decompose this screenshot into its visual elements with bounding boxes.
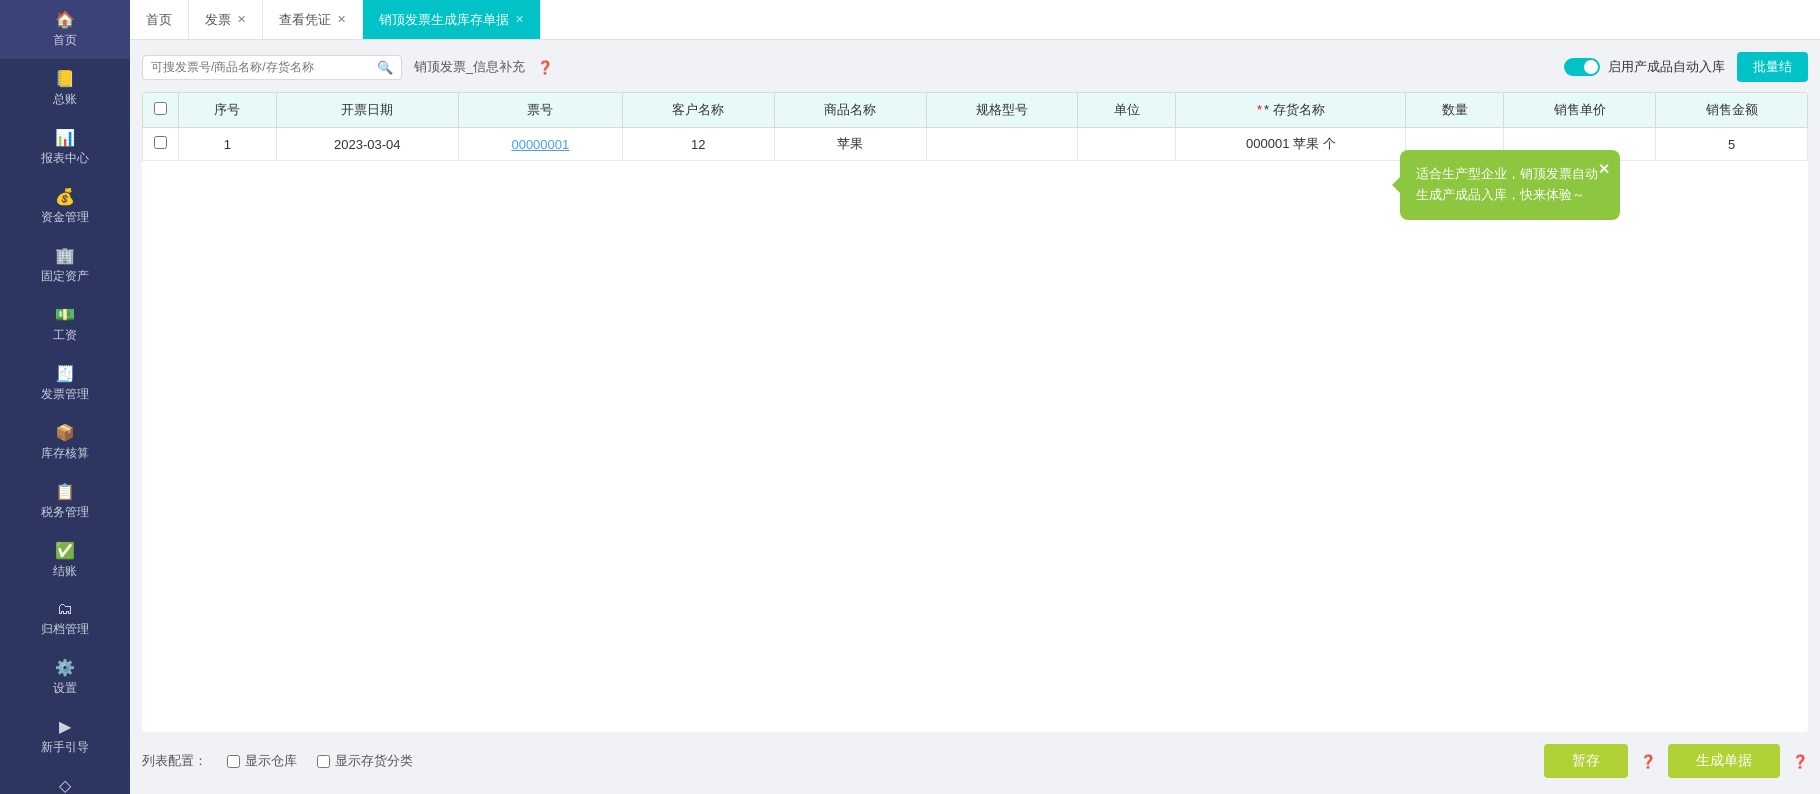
save-button[interactable]: 暂存: [1544, 744, 1628, 778]
sidebar-item-assets[interactable]: 🏢 固定资产: [0, 236, 130, 295]
sidebar-item-member[interactable]: ◇ 畅会员: [0, 766, 130, 794]
header-checkbox: [143, 93, 179, 128]
tab-stock-doc[interactable]: 销顶发票生成库存单据 ✕: [363, 0, 541, 39]
sidebar-item-report[interactable]: 📊 报表中心: [0, 118, 130, 177]
row-amount: 5: [1656, 128, 1808, 161]
settings-icon: ⚙️: [55, 658, 75, 677]
select-all-checkbox[interactable]: [154, 102, 167, 115]
row-checkbox-cell: [143, 128, 179, 161]
header-stock-name: ** 存货名称: [1176, 93, 1406, 128]
row-stock-name: 000001 苹果 个: [1176, 128, 1406, 161]
table-header-row: 序号 开票日期 票号 客户名称 商品名称 规格型号 单位 ** 存货名称 数量 …: [143, 93, 1808, 128]
header-goods-name: 商品名称: [774, 93, 926, 128]
help-icon[interactable]: ❓: [537, 60, 553, 75]
show-warehouse-checkbox[interactable]: [227, 755, 240, 768]
top-bar: 🔍 销顶发票_信息补充 ❓ 启用产成品自动入库 批量结: [142, 52, 1808, 82]
tabs-bar: 首页 发票 ✕ 查看凭证 ✕ 销顶发票生成库存单据 ✕: [130, 0, 1820, 40]
row-goods-name: 苹果: [774, 128, 926, 161]
header-price: 销售单价: [1504, 93, 1656, 128]
header-amount: 销售金额: [1656, 93, 1808, 128]
row-ticket-no[interactable]: 00000001: [458, 128, 622, 161]
assets-icon: 🏢: [55, 246, 75, 265]
row-open-date: 2023-03-04: [276, 128, 458, 161]
row-seq: 1: [179, 128, 277, 161]
header-quantity: 数量: [1406, 93, 1504, 128]
row-checkbox[interactable]: [154, 136, 167, 149]
tooltip-close-icon[interactable]: ✕: [1598, 158, 1610, 180]
sidebar-item-home[interactable]: 🏠 首页: [0, 0, 130, 59]
tooltip-text: 适合生产型企业，销顶发票自动生成产成品入库，快来体验～: [1416, 166, 1598, 202]
toggle-area: 启用产成品自动入库: [1564, 58, 1725, 76]
show-stock-category-checkbox-item[interactable]: 显示存货分类: [317, 752, 413, 770]
sidebar-item-funds[interactable]: 💰 资金管理: [0, 177, 130, 236]
search-icon: 🔍: [377, 60, 393, 75]
sidebar-item-salary[interactable]: 💵 工资: [0, 295, 130, 354]
toggle-label: 启用产成品自动入库: [1608, 58, 1725, 76]
main-area: 首页 发票 ✕ 查看凭证 ✕ 销顶发票生成库存单据 ✕ 🔍 销顶发票_信息补充 …: [130, 0, 1820, 794]
auto-warehouse-toggle[interactable]: [1564, 58, 1600, 76]
show-stock-category-checkbox[interactable]: [317, 755, 330, 768]
content-area: 🔍 销顶发票_信息补充 ❓ 启用产成品自动入库 批量结 序号 开票日期: [130, 40, 1820, 794]
sidebar-item-ledger[interactable]: 📒 总账: [0, 59, 130, 118]
sidebar: 🏠 首页 📒 总账 📊 报表中心 💰 资金管理 🏢 固定资产 💵 工资 🧾 发票…: [0, 0, 130, 794]
salary-icon: 💵: [55, 305, 75, 324]
row-unit: [1078, 128, 1176, 161]
show-warehouse-label: 显示仓库: [245, 752, 297, 770]
tax-icon: 📋: [55, 482, 75, 501]
ledger-icon: 📒: [55, 69, 75, 88]
show-warehouse-checkbox-item[interactable]: 显示仓库: [227, 752, 297, 770]
sidebar-item-archive[interactable]: 🗂 归档管理: [0, 590, 130, 648]
close-invoice-tab[interactable]: ✕: [237, 13, 246, 26]
archive-icon: 🗂: [57, 600, 73, 618]
info-label: 销顶发票_信息补充: [414, 58, 525, 76]
bottom-bar: 列表配置： 显示仓库 显示存货分类 暂存 ❓ 生成单据 ❓: [142, 732, 1808, 782]
row-spec: [926, 128, 1078, 161]
header-customer: 客户名称: [622, 93, 774, 128]
tab-home[interactable]: 首页: [130, 0, 189, 39]
header-open-date: 开票日期: [276, 93, 458, 128]
settle-icon: ✅: [55, 541, 75, 560]
report-icon: 📊: [55, 128, 75, 147]
sidebar-item-settings[interactable]: ⚙️ 设置: [0, 648, 130, 707]
home-icon: 🏠: [55, 10, 75, 29]
invoice-icon: 🧾: [55, 364, 75, 383]
batch-button[interactable]: 批量结: [1737, 52, 1808, 82]
tab-invoice[interactable]: 发票 ✕: [189, 0, 263, 39]
close-voucher-tab[interactable]: ✕: [337, 13, 346, 26]
tab-voucher[interactable]: 查看凭证 ✕: [263, 0, 363, 39]
guide-icon: ▶: [59, 717, 71, 736]
gen-help-icon[interactable]: ❓: [1792, 754, 1808, 769]
row-customer: 12: [622, 128, 774, 161]
show-stock-category-label: 显示存货分类: [335, 752, 413, 770]
list-config-label: 列表配置：: [142, 752, 207, 770]
header-spec: 规格型号: [926, 93, 1078, 128]
action-area: 暂存 ❓ 生成单据 ❓: [1544, 744, 1808, 778]
header-ticket-no: 票号: [458, 93, 622, 128]
search-box[interactable]: 🔍: [142, 55, 402, 80]
generate-button[interactable]: 生成单据: [1668, 744, 1780, 778]
header-unit: 单位: [1078, 93, 1176, 128]
save-help-icon[interactable]: ❓: [1640, 754, 1656, 769]
header-seq: 序号: [179, 93, 277, 128]
member-icon: ◇: [59, 776, 71, 794]
sidebar-item-settle[interactable]: ✅ 结账: [0, 531, 130, 590]
search-input[interactable]: [151, 60, 371, 74]
close-stock-doc-tab[interactable]: ✕: [515, 13, 524, 26]
tooltip-popup: ✕ 适合生产型企业，销顶发票自动生成产成品入库，快来体验～: [1400, 150, 1620, 220]
sidebar-item-tax[interactable]: 📋 税务管理: [0, 472, 130, 531]
inventory-icon: 📦: [55, 423, 75, 442]
sidebar-item-invoice[interactable]: 🧾 发票管理: [0, 354, 130, 413]
funds-icon: 💰: [55, 187, 75, 206]
sidebar-item-inventory[interactable]: 📦 库存核算: [0, 413, 130, 472]
sidebar-item-guide[interactable]: ▶ 新手引导: [0, 707, 130, 766]
